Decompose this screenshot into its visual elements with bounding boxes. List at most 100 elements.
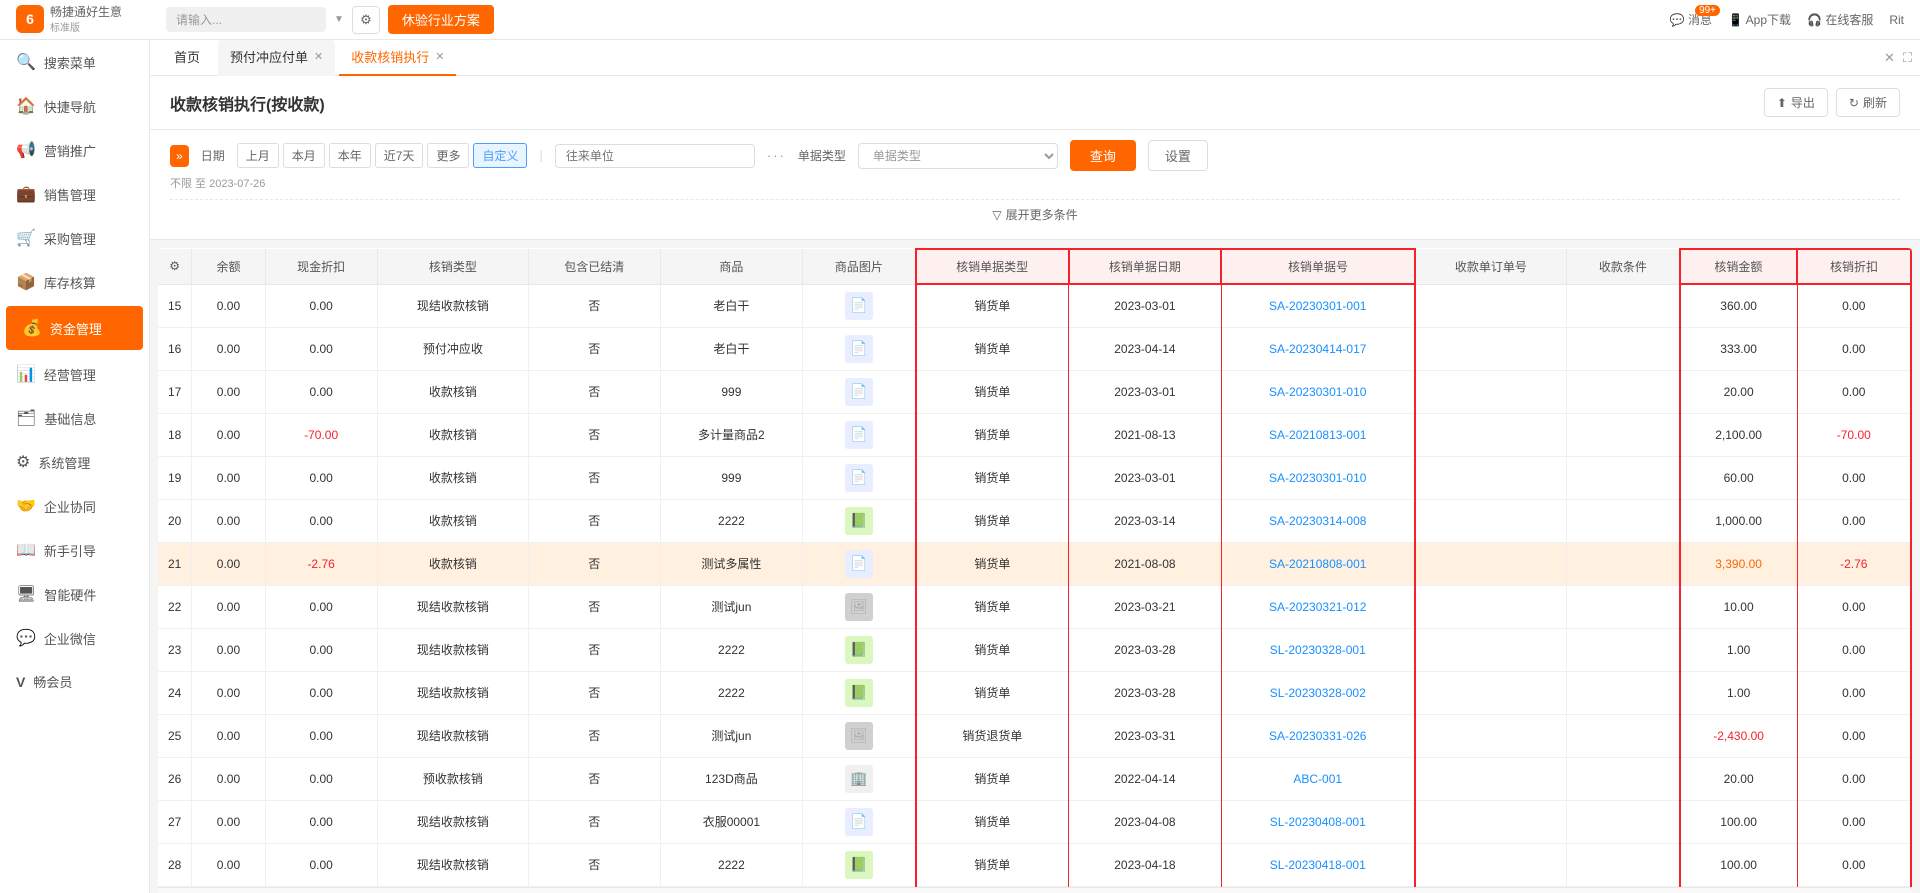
logo-icon: 6	[16, 5, 44, 33]
tab-prepay-label: 预付冲应付单	[230, 47, 308, 66]
finance-icon: 💰	[22, 318, 42, 338]
settings-gear-btn[interactable]: ⚙	[352, 6, 380, 34]
col-gear: ⚙	[158, 249, 192, 284]
sales-icon: 💼	[16, 184, 36, 204]
top-bar-center: 请输入... ▼ ⚙ 休验行业方案	[166, 5, 1670, 34]
top-bar-right: 💬 消息 99+ 📱 App下载 🎧 在线客服 Rit	[1670, 11, 1904, 28]
top-search-input[interactable]: 请输入...	[166, 7, 326, 32]
table-row: 240.000.00现结收款核销否2222📗销货单2023-03-28SL-20…	[158, 671, 1911, 714]
sidebar-label-sales: 销售管理	[44, 185, 96, 204]
sidebar-item-finance[interactable]: 💰 资金管理	[6, 306, 143, 350]
bill-type-label: 单据类型	[798, 147, 846, 164]
tab-close-all-btn[interactable]: ✕	[1884, 50, 1895, 66]
tab-collect-close[interactable]: ✕	[435, 50, 444, 63]
page-actions: ⬆ 导出 ↻ 刷新	[1764, 88, 1900, 117]
col-product-img: 商品图片	[803, 249, 916, 284]
col-cancel-bill-type: 核销单据类型	[916, 249, 1069, 284]
tab-expand-btn[interactable]: ⛶	[1903, 50, 1912, 66]
tab-bar: 首页 预付冲应付单 ✕ 收款核销执行 ✕ ✕ ⛶	[150, 40, 1920, 76]
col-cancel-bill-no: 核销单据号	[1221, 249, 1414, 284]
table-row: 250.000.00现结收款核销否测试jun🖼销货退货单2023-03-31SA…	[158, 714, 1911, 757]
industry-solution-btn[interactable]: 休验行业方案	[388, 5, 494, 34]
tab-home[interactable]: 首页	[158, 40, 216, 76]
sidebar-label-purchase: 采购管理	[44, 229, 96, 248]
tab-collect[interactable]: 收款核销执行 ✕	[339, 40, 456, 76]
sidebar-item-inventory[interactable]: 📦 库存核算	[0, 260, 149, 304]
tab-prepay[interactable]: 预付冲应付单 ✕	[218, 40, 335, 76]
date-range-display: 不限 至 2023-07-26	[170, 178, 265, 190]
sidebar-item-hardware[interactable]: 🖥 智能硬件	[0, 572, 149, 616]
export-btn[interactable]: ⬆ 导出	[1764, 88, 1828, 117]
sidebar-label-guide: 新手引导	[44, 541, 96, 560]
sidebar-label-system: 系统管理	[38, 453, 90, 472]
msg-count-badge: 99+	[1695, 5, 1720, 16]
page-header: 收款核销执行(按收款) ⬆ 导出 ↻ 刷新	[150, 76, 1920, 130]
table-row: 170.000.00收款核销否999📄销货单2023-03-01SA-20230…	[158, 370, 1911, 413]
table-header-row: ⚙ 余额 现金折扣 核销类型 包含已结清 商品 商品图片 核销单据类型 核销单据…	[158, 249, 1911, 284]
col-cancel-type: 核销类型	[377, 249, 528, 284]
sidebar-item-vip[interactable]: V 畅会员	[0, 660, 149, 703]
date-buttons: 上月 本月 本年 近7天 更多 自定义	[237, 143, 528, 168]
table-container: ⚙ 余额 现金折扣 核销类型 包含已结清 商品 商品图片 核销单据类型 核销单据…	[158, 248, 1912, 893]
expand-more-icon: ▽	[992, 208, 1001, 222]
app-download-btn[interactable]: 📱 App下载	[1728, 11, 1791, 28]
logo-name: 畅捷通好生意	[50, 5, 122, 19]
date-btn-this-month[interactable]: 本月	[283, 143, 325, 168]
sidebar-label-hardware: 智能硬件	[44, 585, 96, 604]
partner-input[interactable]	[555, 144, 755, 168]
filter-settings-btn[interactable]: 设置	[1148, 140, 1208, 171]
query-btn[interactable]: 查询	[1070, 140, 1136, 171]
sidebar-label-search: 搜索菜单	[44, 53, 96, 72]
table-row: 150.000.00现结收款核销否老白干📄销货单2023-03-01SA-202…	[158, 284, 1911, 327]
sidebar-item-system[interactable]: ⚙ 系统管理	[0, 440, 149, 484]
enterprise-icon: 🤝	[16, 496, 36, 516]
date-btn-7days[interactable]: 近7天	[375, 143, 424, 168]
filter-row: » 日期 上月 本月 本年 近7天 更多 自定义 | ··· 单据类型	[170, 140, 1900, 171]
table-row: 200.000.00收款核销否2222📗销货单2023-03-14SA-2023…	[158, 499, 1911, 542]
col-balance: 余额	[192, 249, 265, 284]
table-row: 260.000.00预收款核销否123D商品🏢销货单2022-04-14ABC-…	[158, 757, 1911, 800]
message-btn[interactable]: 💬 消息 99+	[1670, 11, 1712, 28]
sidebar-item-marketing[interactable]: 📢 营销推广	[0, 128, 149, 172]
refresh-btn[interactable]: ↻ 刷新	[1836, 88, 1900, 117]
col-cash-discount: 现金折扣	[265, 249, 377, 284]
table-row: 160.000.00预付冲应收否老白干📄销货单2023-04-14SA-2023…	[158, 327, 1911, 370]
sidebar-item-purchase[interactable]: 🛒 采购管理	[0, 216, 149, 260]
sidebar-item-wechat[interactable]: 💬 企业微信	[0, 616, 149, 660]
sidebar-item-basic[interactable]: 🗂 基础信息	[0, 396, 149, 440]
vip-icon: V	[16, 674, 25, 690]
sidebar-item-enterprise[interactable]: 🤝 企业协同	[0, 484, 149, 528]
bill-type-select[interactable]: 单据类型	[858, 143, 1058, 169]
table-row: 220.000.00现结收款核销否测试jun🖼销货单2023-03-21SA-2…	[158, 585, 1911, 628]
user-name[interactable]: Rit	[1889, 13, 1904, 27]
table-row: 190.000.00收款核销否999📄销货单2023-03-01SA-20230…	[158, 456, 1911, 499]
sidebar-item-guide[interactable]: 📖 新手引导	[0, 528, 149, 572]
date-label: 日期	[201, 147, 225, 164]
sidebar-item-shortcut[interactable]: 🏠 快捷导航	[0, 84, 149, 128]
operation-icon: 📊	[16, 364, 36, 384]
tab-prepay-close[interactable]: ✕	[314, 50, 323, 63]
table-row: 180.00-70.00收款核销否多计量商品2📄销货单2021-08-13SA-…	[158, 413, 1911, 456]
inventory-icon: 📦	[16, 272, 36, 292]
data-table: ⚙ 余额 现金折扣 核销类型 包含已结清 商品 商品图片 核销单据类型 核销单据…	[158, 248, 1912, 887]
dropdown-icon: ▼	[334, 14, 344, 25]
purchase-icon: 🛒	[16, 228, 36, 248]
date-btn-this-year[interactable]: 本年	[329, 143, 371, 168]
sidebar-item-operation[interactable]: 📊 经营管理	[0, 352, 149, 396]
main-layout: 🔍 搜索菜单 🏠 快捷导航 📢 营销推广 💼 销售管理 🛒 采购管理 📦 库存核…	[0, 40, 1920, 893]
sidebar-item-search[interactable]: 🔍 搜索菜单	[0, 40, 149, 84]
expand-more-btn[interactable]: ▽ 展开更多条件	[992, 206, 1077, 223]
filter-expand-btn[interactable]: »	[170, 145, 189, 167]
date-btn-last-month[interactable]: 上月	[237, 143, 279, 168]
system-icon: ⚙	[16, 452, 30, 472]
hardware-icon: 🖥	[16, 584, 36, 604]
tab-actions: ✕ ⛶	[1884, 50, 1912, 66]
sidebar-label-vip: 畅会员	[33, 672, 72, 691]
date-btn-more[interactable]: 更多	[427, 143, 469, 168]
basic-icon: 🗂	[16, 408, 36, 428]
table-footer: 合计: 40,556,66... 952.24	[158, 887, 1912, 893]
col-cancel-discount: 核销折扣	[1797, 249, 1911, 284]
online-service-btn[interactable]: 🎧 在线客服	[1807, 11, 1873, 28]
sidebar-item-sales[interactable]: 💼 销售管理	[0, 172, 149, 216]
date-btn-custom[interactable]: 自定义	[473, 143, 527, 168]
